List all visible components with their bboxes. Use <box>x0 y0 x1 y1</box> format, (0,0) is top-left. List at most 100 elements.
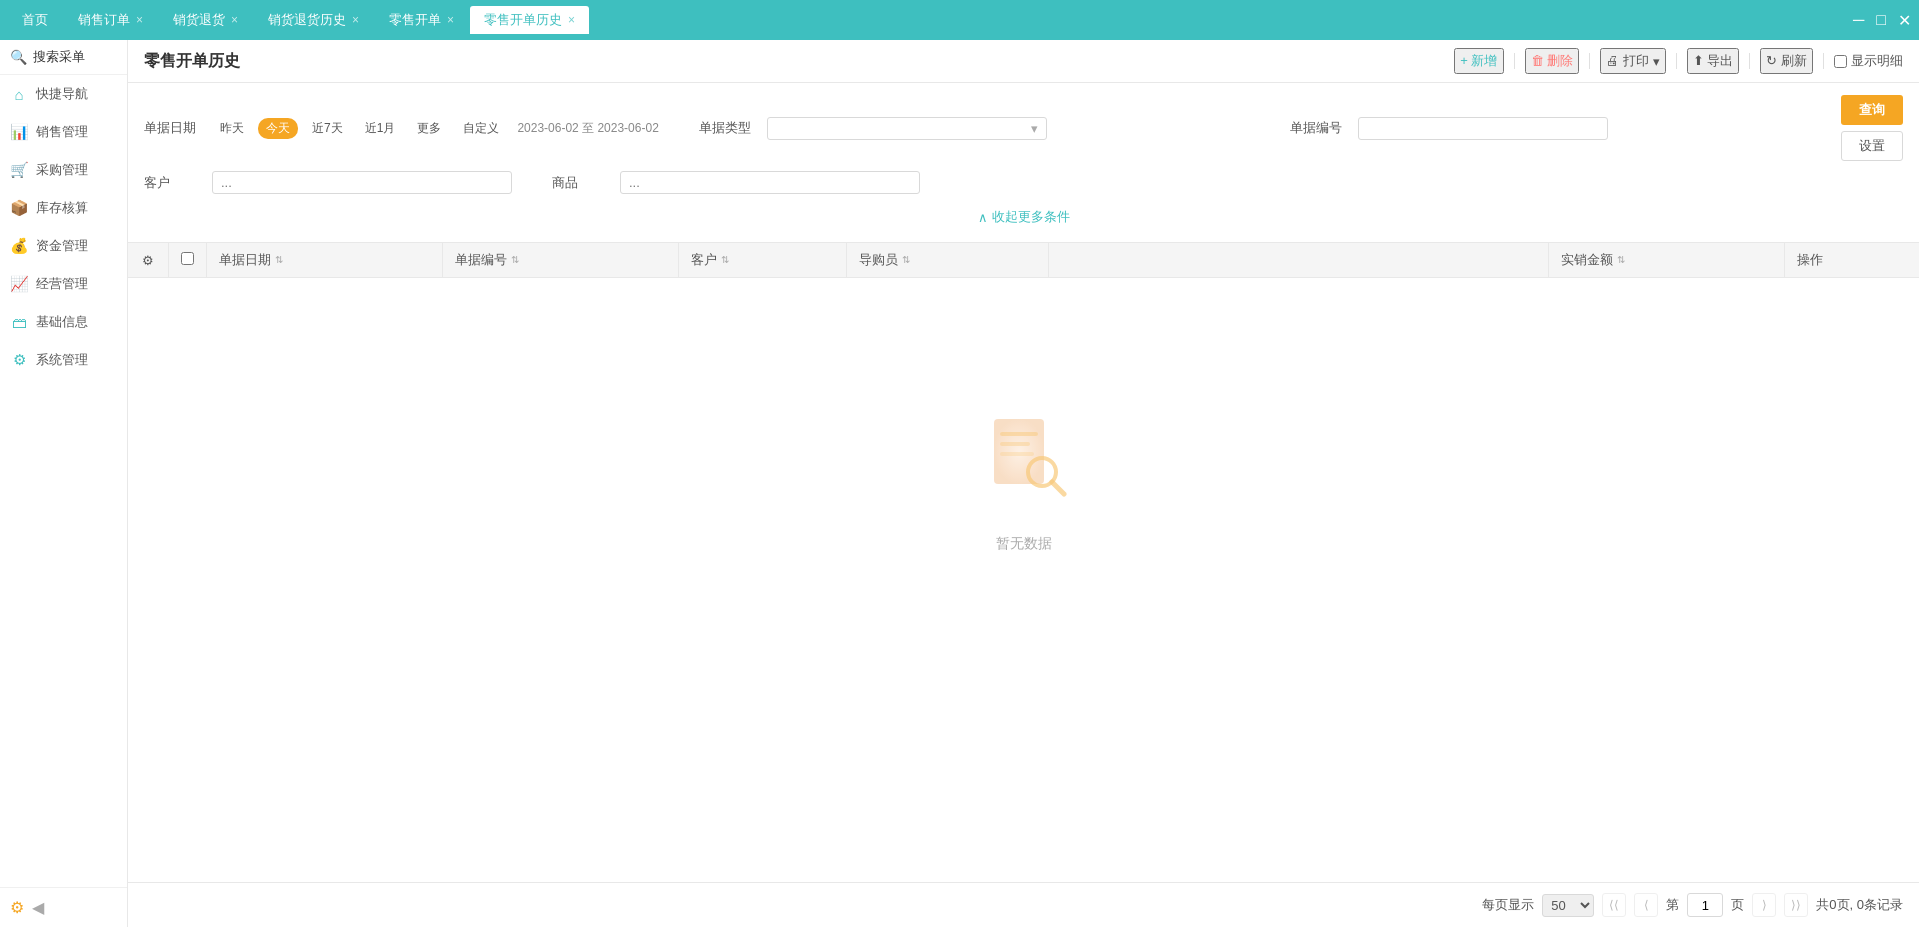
refresh-label: ↻ 刷新 <box>1766 52 1807 70</box>
show-detail-check[interactable]: 显示明细 <box>1834 52 1903 70</box>
customer-input[interactable] <box>221 175 503 190</box>
setting-button[interactable]: 设置 <box>1841 131 1903 161</box>
maximize-icon[interactable]: □ <box>1876 11 1886 29</box>
th-date[interactable]: 单据日期 ⇅ <box>206 243 442 278</box>
tab-retail-open-history-close[interactable]: × <box>568 14 575 26</box>
th-amount-label: 实销金额 <box>1561 251 1613 269</box>
next-page-btn[interactable]: ⟩ <box>1752 893 1776 917</box>
svg-rect-0 <box>994 419 1044 484</box>
last-month-btn[interactable]: 近1月 <box>357 118 404 139</box>
add-button[interactable]: + 新增 <box>1454 48 1503 74</box>
sidebar-search[interactable]: 🔍 搜索采单 <box>0 40 127 75</box>
th-guide[interactable]: 导购员 ⇅ <box>846 243 1048 278</box>
page-label: 第 <box>1666 896 1679 914</box>
doc-type-chevron: ▾ <box>1031 121 1038 136</box>
tab-retail-open-close[interactable]: × <box>447 14 454 26</box>
amount-sort-icon: ⇅ <box>1617 256 1625 264</box>
page-size-select[interactable]: 50 10 20 100 <box>1542 894 1594 917</box>
yesterday-btn[interactable]: 昨天 <box>212 118 252 139</box>
export-button[interactable]: ⬆ 导出 <box>1687 48 1740 74</box>
show-detail-checkbox[interactable] <box>1834 55 1847 68</box>
sidebar-item-purchase-mgmt-label: 采购管理 <box>36 161 88 179</box>
date-label: 单据日期 <box>144 119 204 137</box>
tab-sales-order[interactable]: 销售订单 × <box>64 6 157 34</box>
product-input[interactable] <box>629 175 911 190</box>
collapse-more[interactable]: ∧ 收起更多条件 <box>144 204 1903 230</box>
divider-4 <box>1749 53 1750 69</box>
tab-retail-open[interactable]: 零售开单 × <box>375 6 468 34</box>
customer-input-wrap[interactable] <box>212 171 512 194</box>
filter-row-2: 客户 商品 <box>144 171 1903 194</box>
svg-rect-1 <box>1000 432 1038 436</box>
th-customer[interactable]: 客户 ⇅ <box>679 243 846 278</box>
sidebar-bottom: ⚙ ◀ <box>0 887 127 927</box>
tab-sales-return-history[interactable]: 销货退货历史 × <box>254 6 373 34</box>
window-controls: ─ □ ✕ <box>1853 11 1911 30</box>
search-icon: 🔍 <box>10 49 27 65</box>
tab-sales-return-close[interactable]: × <box>231 14 238 26</box>
query-button[interactable]: 查询 <box>1841 95 1903 125</box>
operations-icon: 📈 <box>10 275 28 293</box>
tab-sales-order-close[interactable]: × <box>136 14 143 26</box>
sidebar-item-sys-mgmt[interactable]: ⚙ 系统管理 <box>0 341 127 379</box>
sidebar-item-base-info[interactable]: 🗃 基础信息 <box>0 303 127 341</box>
sidebar-item-operations[interactable]: 📈 经营管理 <box>0 265 127 303</box>
select-all-checkbox[interactable] <box>181 252 194 265</box>
th-spacer <box>1048 243 1548 278</box>
refresh-button[interactable]: ↻ 刷新 <box>1760 48 1813 74</box>
sidebar-item-purchase-mgmt[interactable]: 🛒 采购管理 <box>0 151 127 189</box>
product-input-wrap[interactable] <box>620 171 920 194</box>
custom-btn[interactable]: 自定义 <box>455 118 507 139</box>
table-area: ⚙ 单据日期 ⇅ 单据编号 <box>128 243 1919 882</box>
add-label: + 新增 <box>1460 52 1497 70</box>
toolbar-actions: + 新增 🗑 删除 🖨 打印 ▾ ⬆ 导出 ↻ 刷新 <box>1454 48 1903 74</box>
first-page-btn[interactable]: ⟨⟨ <box>1602 893 1626 917</box>
th-doc-no[interactable]: 单据编号 ⇅ <box>442 243 678 278</box>
per-page-label: 每页显示 <box>1482 896 1534 914</box>
th-amount[interactable]: 实销金额 ⇅ <box>1548 243 1784 278</box>
tab-sales-return-history-close[interactable]: × <box>352 14 359 26</box>
print-button[interactable]: 🖨 打印 ▾ <box>1600 48 1666 74</box>
delete-button[interactable]: 🗑 删除 <box>1525 48 1580 74</box>
page-input[interactable] <box>1687 893 1723 917</box>
more-btn[interactable]: 更多 <box>409 118 449 139</box>
last-page-btn[interactable]: ⟩⟩ <box>1784 893 1808 917</box>
minimize-icon[interactable]: ─ <box>1853 11 1864 29</box>
doc-no-input-wrap[interactable] <box>1358 117 1608 140</box>
sidebar-item-sales-mgmt-label: 销售管理 <box>36 123 88 141</box>
close-icon[interactable]: ✕ <box>1898 11 1911 30</box>
box-icon: 📦 <box>10 199 28 217</box>
sidebar-item-base-info-label: 基础信息 <box>36 313 88 331</box>
settings-icon[interactable]: ⚙ <box>10 898 24 917</box>
sidebar-item-quick-nav[interactable]: ⌂ 快捷导航 <box>0 75 127 113</box>
guide-sort-icon: ⇅ <box>902 256 910 264</box>
base-info-icon: 🗃 <box>10 314 28 331</box>
customer-label: 客户 <box>144 174 204 192</box>
tab-sales-return-label: 销货退货 <box>173 11 225 29</box>
tab-sales-return[interactable]: 销货退货 × <box>159 6 252 34</box>
th-settings[interactable]: ⚙ <box>128 243 168 278</box>
sidebar-item-inventory[interactable]: 📦 库存核算 <box>0 189 127 227</box>
show-detail-label: 显示明细 <box>1851 52 1903 70</box>
doc-no-input[interactable] <box>1367 121 1599 136</box>
pagination: 每页显示 50 10 20 100 ⟨⟨ ⟨ 第 页 ⟩ ⟩⟩ 共0页, 0条记… <box>128 882 1919 927</box>
chart-icon: 📊 <box>10 123 28 141</box>
th-guide-label: 导购员 <box>859 251 898 269</box>
sidebar-item-finance[interactable]: 💰 资金管理 <box>0 227 127 265</box>
filter-panel: 单据日期 昨天 今天 近7天 近1月 更多 自定义 2023-06-02 至 2… <box>128 83 1919 243</box>
th-date-label: 单据日期 <box>219 251 271 269</box>
doc-type-select[interactable]: ▾ <box>767 117 1047 140</box>
last7-btn[interactable]: 近7天 <box>304 118 351 139</box>
tab-retail-open-history[interactable]: 零售开单历史 × <box>470 6 589 34</box>
table-header-row: ⚙ 单据日期 ⇅ 单据编号 <box>128 243 1919 278</box>
tab-home[interactable]: 首页 <box>8 6 62 34</box>
prev-page-btn[interactable]: ⟨ <box>1634 893 1658 917</box>
page-label2: 页 <box>1731 896 1744 914</box>
main-layout: 🔍 搜索采单 ⌂ 快捷导航 📊 销售管理 🛒 采购管理 📦 库存核算 💰 资金管… <box>0 40 1919 927</box>
collapse-sidebar-btn[interactable]: ◀ <box>32 898 44 917</box>
sidebar-item-operations-label: 经营管理 <box>36 275 88 293</box>
today-btn[interactable]: 今天 <box>258 118 298 139</box>
sidebar-item-sales-mgmt[interactable]: 📊 销售管理 <box>0 113 127 151</box>
settings-gear-icon[interactable]: ⚙ <box>142 253 154 268</box>
th-checkbox[interactable] <box>168 243 206 278</box>
